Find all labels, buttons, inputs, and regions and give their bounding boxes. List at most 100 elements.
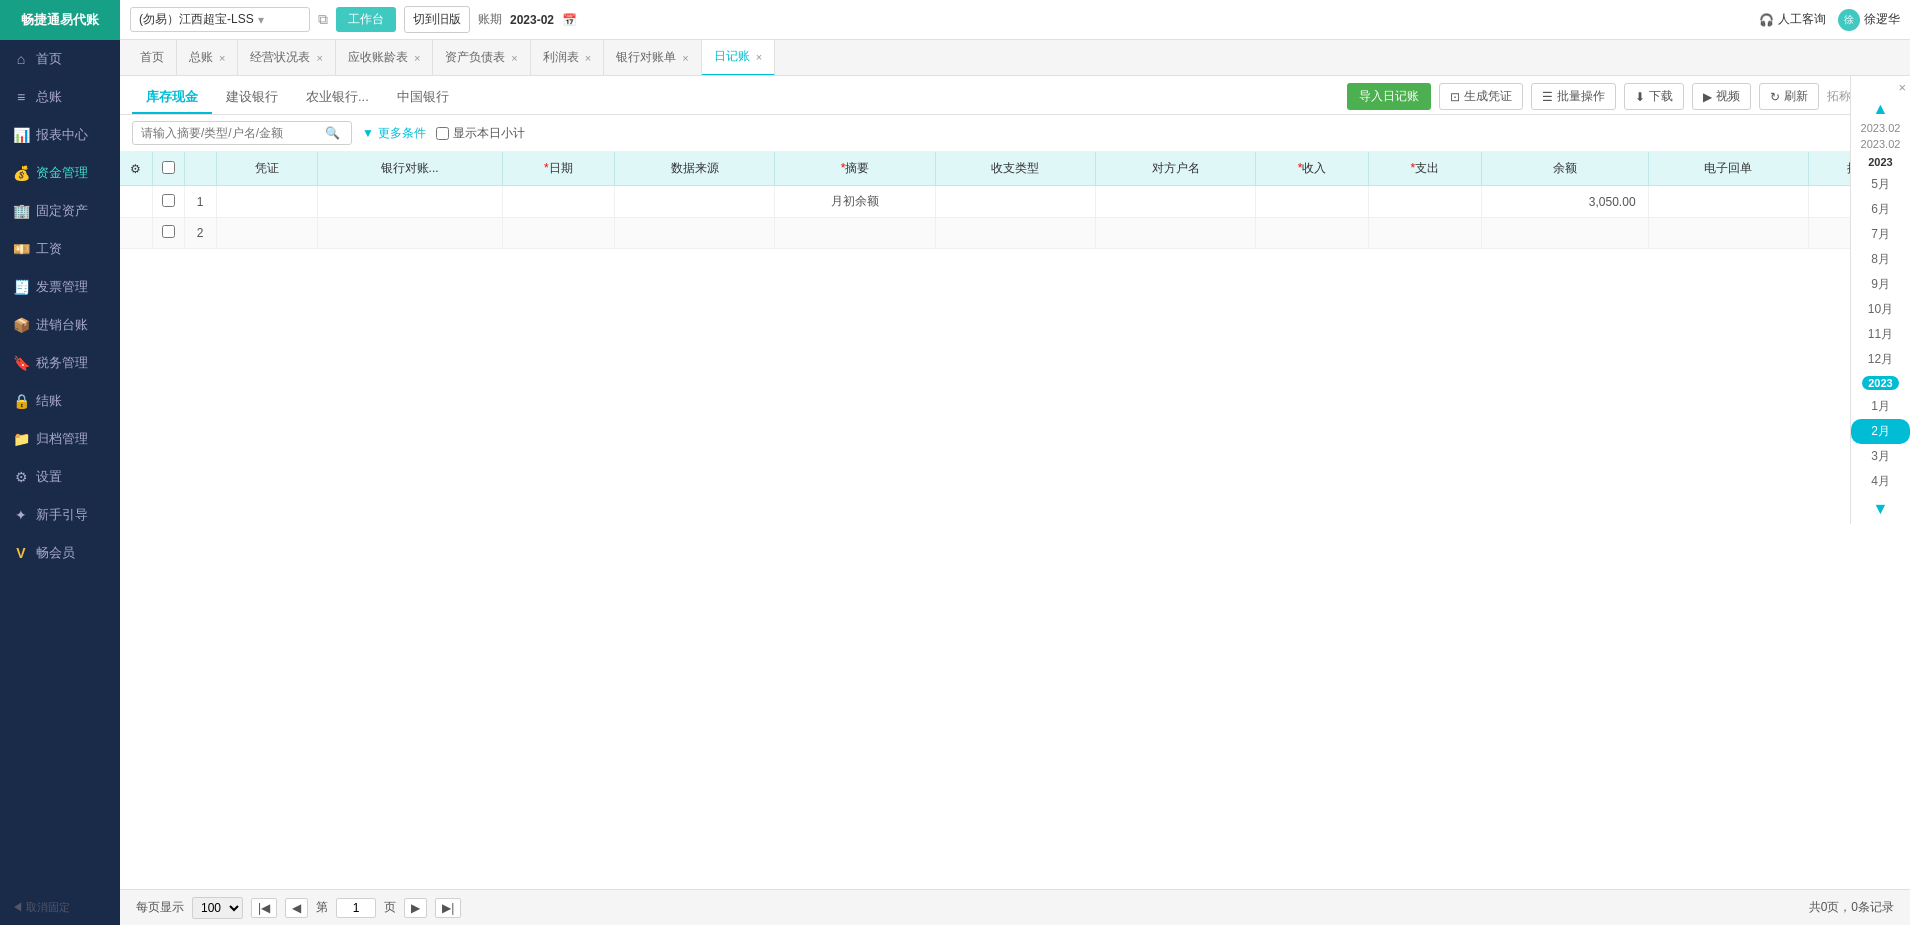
purchase-icon: 📦 bbox=[12, 317, 30, 333]
sidebar-item-report[interactable]: 📊 报表中心 bbox=[0, 116, 120, 154]
month-12[interactable]: 12月 bbox=[1851, 347, 1910, 372]
year-label-2023-active: 2023 bbox=[1862, 376, 1898, 390]
gen-voucher-button[interactable]: ⊡ 生成凭证 bbox=[1439, 83, 1523, 110]
tab-profit[interactable]: 利润表 × bbox=[531, 40, 604, 76]
download-button[interactable]: ⬇ 下载 bbox=[1624, 83, 1684, 110]
old-version-button[interactable]: 切到旧版 bbox=[404, 6, 470, 33]
search-input-wrapper[interactable]: 🔍 bbox=[132, 121, 352, 145]
page-input[interactable] bbox=[336, 898, 376, 918]
col-ereceipt: 电子回单 bbox=[1648, 152, 1808, 186]
member-icon: V bbox=[12, 545, 30, 561]
sidebar-item-home[interactable]: ⌂ 首页 bbox=[0, 40, 120, 78]
tab-home[interactable]: 首页 bbox=[128, 40, 177, 76]
company-selector[interactable]: (勿易）江西超宝-LSS ▾ bbox=[130, 7, 310, 32]
tab-close-assets-liab[interactable]: × bbox=[511, 52, 517, 64]
month-10[interactable]: 10月 bbox=[1851, 297, 1910, 322]
sidebar-item-fixed-assets[interactable]: 🏢 固定资产 bbox=[0, 192, 120, 230]
select-all-checkbox[interactable] bbox=[162, 161, 175, 174]
show-daily-total-checkbox[interactable] bbox=[436, 127, 449, 140]
month-3[interactable]: 3月 bbox=[1851, 444, 1910, 469]
tab-ledger[interactable]: 总账 × bbox=[177, 40, 238, 76]
row1-income-type bbox=[935, 186, 1095, 218]
row2-checkbox[interactable] bbox=[152, 218, 184, 249]
month-5[interactable]: 5月 bbox=[1851, 172, 1910, 197]
archive-icon: 📁 bbox=[12, 431, 30, 447]
tab-assets-liab[interactable]: 资产负债表 × bbox=[433, 40, 530, 76]
sidebar-item-settings[interactable]: ⚙ 设置 bbox=[0, 458, 120, 496]
row1-checkbox[interactable] bbox=[152, 186, 184, 218]
sidebar-item-invoice[interactable]: 🧾 发票管理 bbox=[0, 268, 120, 306]
sidebar-item-purchase[interactable]: 📦 进销台账 bbox=[0, 306, 120, 344]
sub-tab-boc[interactable]: 中国银行 bbox=[383, 82, 463, 114]
month-6[interactable]: 6月 bbox=[1851, 197, 1910, 222]
sidebar-item-close-books[interactable]: 🔒 结账 bbox=[0, 382, 120, 420]
headset-icon: 🎧 bbox=[1759, 13, 1774, 27]
month-9[interactable]: 9月 bbox=[1851, 272, 1910, 297]
copy-icon[interactable]: ⧉ bbox=[318, 11, 328, 28]
tab-biz-status[interactable]: 经营状况表 × bbox=[238, 40, 335, 76]
search-input[interactable] bbox=[141, 126, 321, 140]
refresh-button[interactable]: ↻ 刷新 bbox=[1759, 83, 1819, 110]
sub-tab-ccb[interactable]: 建设银行 bbox=[212, 82, 292, 114]
row1-income bbox=[1256, 186, 1369, 218]
sidebar-item-archive[interactable]: 📁 归档管理 bbox=[0, 420, 120, 458]
tab-close-receivable[interactable]: × bbox=[414, 52, 420, 64]
row1-balance: 3,050.00 bbox=[1481, 186, 1648, 218]
sidebar-item-member[interactable]: V 畅会员 bbox=[0, 534, 120, 572]
date-panel-up-btn[interactable]: ▲ bbox=[1851, 98, 1910, 120]
month-2[interactable]: 2月 bbox=[1851, 419, 1910, 444]
row2-income bbox=[1256, 218, 1369, 249]
show-daily-total-label[interactable]: 显示本日小计 bbox=[436, 125, 525, 142]
row2-num: 2 bbox=[184, 218, 216, 249]
sidebar-item-label: 结账 bbox=[36, 392, 62, 410]
workspace-button[interactable]: 工作台 bbox=[336, 7, 396, 32]
user-profile[interactable]: 徐 徐逻华 bbox=[1838, 9, 1900, 31]
page-unit: 页 bbox=[384, 899, 396, 916]
batch-op-button[interactable]: ☰ 批量操作 bbox=[1531, 83, 1616, 110]
sub-tab-abc[interactable]: 农业银行... bbox=[292, 82, 383, 114]
date-panel-down-btn[interactable]: ▼ bbox=[1851, 498, 1910, 520]
tab-bank-reconcile[interactable]: 银行对账单 × bbox=[604, 40, 701, 76]
col-data-source: 数据来源 bbox=[615, 152, 775, 186]
tab-close-bank-reconcile[interactable]: × bbox=[682, 52, 688, 64]
month-4[interactable]: 4月 bbox=[1851, 469, 1910, 494]
col-summary: *摘要 bbox=[775, 152, 935, 186]
tab-close-profit[interactable]: × bbox=[585, 52, 591, 64]
row2-balance bbox=[1481, 218, 1648, 249]
sidebar-item-salary[interactable]: 💴 工资 bbox=[0, 230, 120, 268]
sidebar-item-guide[interactable]: ✦ 新手引导 bbox=[0, 496, 120, 534]
import-journal-button[interactable]: 导入日记账 bbox=[1347, 83, 1431, 110]
tab-journal[interactable]: 日记账 × bbox=[702, 40, 775, 76]
home-icon: ⌂ bbox=[12, 51, 30, 67]
search-icon[interactable]: 🔍 bbox=[325, 126, 340, 140]
date-panel: × ▲ 2023.02 2023.02 2023 5月 6月 7月 8月 9月 … bbox=[1850, 76, 1910, 524]
last-page-button[interactable]: ▶| bbox=[435, 898, 461, 918]
month-8[interactable]: 8月 bbox=[1851, 247, 1910, 272]
row1-summary: 月初余额 bbox=[775, 186, 935, 218]
month-7[interactable]: 7月 bbox=[1851, 222, 1910, 247]
video-button[interactable]: ▶ 视频 bbox=[1692, 83, 1751, 110]
sidebar-item-fund[interactable]: 💰 资金管理 bbox=[0, 154, 120, 192]
col-settings[interactable]: ⚙ bbox=[120, 152, 152, 186]
tab-close-biz-status[interactable]: × bbox=[316, 52, 322, 64]
month-1[interactable]: 1月 bbox=[1851, 394, 1910, 419]
date-panel-close-btn[interactable]: × bbox=[1898, 80, 1906, 95]
sub-tab-cash[interactable]: 库存现金 bbox=[132, 82, 212, 114]
tab-close-journal[interactable]: × bbox=[756, 51, 762, 63]
month-11[interactable]: 11月 bbox=[1851, 322, 1910, 347]
sidebar-item-tax[interactable]: 🔖 税务管理 bbox=[0, 344, 120, 382]
next-page-button[interactable]: ▶ bbox=[404, 898, 427, 918]
sidebar-collapse-btn[interactable]: ◀ 取消固定 bbox=[0, 890, 120, 925]
topbar: (勿易）江西超宝-LSS ▾ ⧉ 工作台 切到旧版 账期 2023-02 📅 🎧… bbox=[120, 0, 1910, 40]
support-btn[interactable]: 🎧 人工客询 bbox=[1759, 11, 1826, 28]
tab-receivable[interactable]: 应收账龄表 × bbox=[336, 40, 433, 76]
sidebar-item-ledger[interactable]: ≡ 总账 bbox=[0, 78, 120, 116]
first-page-button[interactable]: |◀ bbox=[251, 898, 277, 918]
tab-close-ledger[interactable]: × bbox=[219, 52, 225, 64]
per-page-select[interactable]: 100 50 200 bbox=[192, 897, 243, 919]
row2-date bbox=[502, 218, 615, 249]
calendar-icon[interactable]: 📅 bbox=[562, 13, 577, 27]
prev-page-button[interactable]: ◀ bbox=[285, 898, 308, 918]
more-conditions-btn[interactable]: ▼ 更多条件 bbox=[362, 125, 426, 142]
row1-ereceipt bbox=[1648, 186, 1808, 218]
